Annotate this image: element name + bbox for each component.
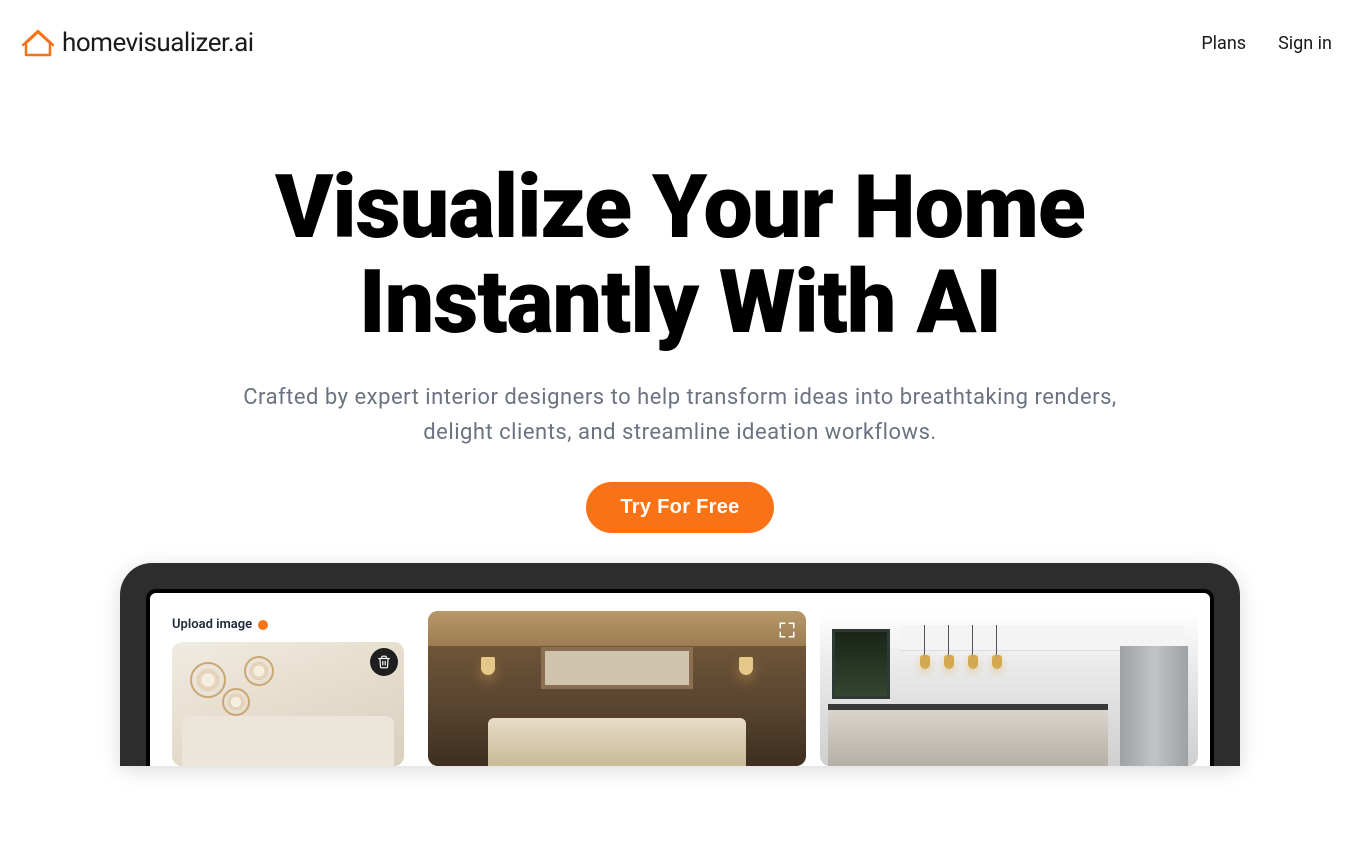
indicator-dot-icon	[258, 620, 268, 630]
header-nav: Plans Sign in	[1201, 33, 1332, 54]
nav-plans[interactable]: Plans	[1201, 33, 1246, 54]
render-result-2[interactable]	[820, 611, 1198, 766]
upload-image-label: Upload image	[172, 617, 252, 632]
device-inner: Upload image	[146, 589, 1214, 766]
hero-section: Visualize Your Home Instantly With AI Cr…	[130, 70, 1230, 533]
hero-subtitle: Crafted by expert interior designers to …	[210, 380, 1150, 450]
expand-icon[interactable]	[778, 621, 796, 639]
hero-title: Visualize Your Home Instantly With AI	[170, 160, 1190, 350]
device-mockup: Upload image	[120, 563, 1240, 766]
site-header: homevisualizer.ai Plans Sign in	[0, 0, 1360, 70]
upload-header: Upload image	[172, 617, 404, 632]
try-free-button[interactable]: Try For Free	[586, 482, 773, 533]
house-icon	[22, 28, 54, 58]
app-preview-screen: Upload image	[150, 593, 1210, 766]
uploaded-image[interactable]	[172, 642, 404, 766]
trash-icon	[377, 655, 391, 669]
brand-name: homevisualizer.ai	[62, 28, 254, 58]
upload-panel: Upload image	[162, 611, 414, 766]
brand-logo[interactable]: homevisualizer.ai	[22, 28, 254, 58]
nav-sign-in[interactable]: Sign in	[1278, 33, 1332, 54]
render-result-1[interactable]	[428, 611, 806, 766]
